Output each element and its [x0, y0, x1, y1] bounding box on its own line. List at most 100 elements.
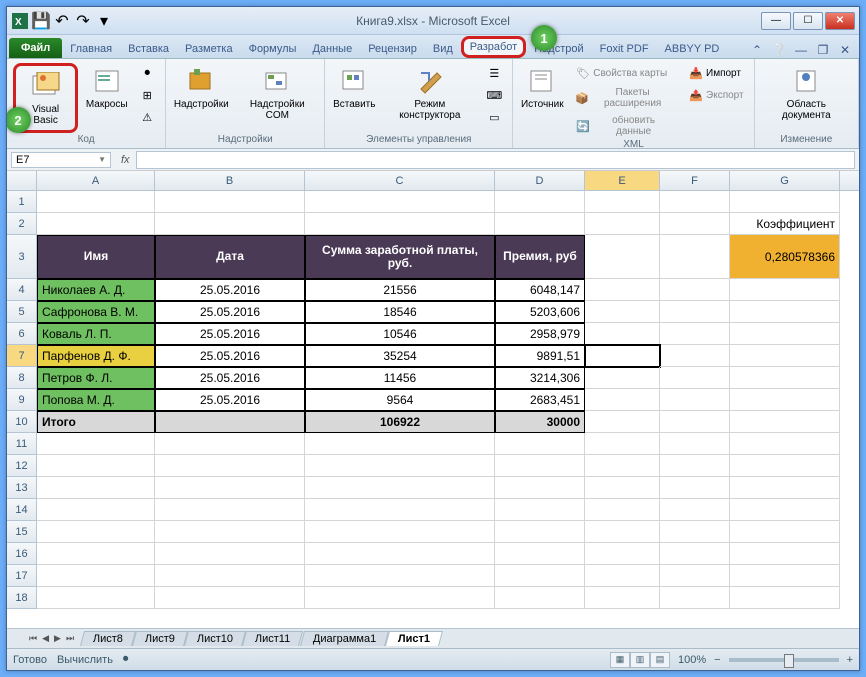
code-icon: ⌨ [486, 87, 502, 103]
run-dialog-button[interactable]: ▭ [482, 107, 506, 127]
row-header[interactable]: 9 [7, 389, 37, 411]
workbook-restore-icon[interactable]: ❐ [815, 42, 831, 58]
row-header[interactable]: 13 [7, 477, 37, 499]
workbook-minimize-icon[interactable]: — [793, 42, 809, 58]
col-header-B[interactable]: B [155, 171, 305, 190]
select-all-corner[interactable] [7, 171, 37, 190]
col-header-C[interactable]: C [305, 171, 495, 190]
sheet-tab[interactable]: Лист11 [242, 631, 303, 646]
macro-security-button[interactable]: ⚠ [135, 107, 159, 127]
zoom-in-icon[interactable]: + [847, 654, 853, 666]
design-mode-button[interactable]: Режим конструктора [383, 63, 476, 123]
undo-icon[interactable]: ↶ [53, 12, 71, 30]
redo-icon[interactable]: ↷ [74, 12, 92, 30]
help-icon[interactable]: ❔ [771, 42, 787, 58]
sheet-tab-active[interactable]: Лист1 [385, 631, 443, 646]
view-code-button[interactable]: ⌨ [482, 85, 506, 105]
tab-formulas[interactable]: Формулы [241, 39, 305, 58]
sheet-first-icon[interactable]: ⏮ [27, 633, 39, 644]
expansion-packs-button[interactable]: 📦Пакеты расширения [571, 85, 678, 111]
tab-insert[interactable]: Вставка [120, 39, 177, 58]
tab-developer[interactable]: Разработ [461, 36, 526, 58]
col-header-D[interactable]: D [495, 171, 585, 190]
insert-control-button[interactable]: Вставить [331, 63, 377, 112]
row-header[interactable]: 8 [7, 367, 37, 389]
view-layout-icon[interactable]: ▥ [630, 652, 650, 668]
row-header[interactable]: 4 [7, 279, 37, 301]
row-header[interactable]: 12 [7, 455, 37, 477]
xml-source-button[interactable]: Источник [519, 63, 565, 112]
row-header[interactable]: 7 [7, 345, 37, 367]
com-addins-button[interactable]: Надстройки COM [236, 63, 318, 123]
ribbon-minimize-icon[interactable]: ⌃ [749, 42, 765, 58]
tab-abbyy[interactable]: ABBYY PD [657, 39, 728, 58]
row-header[interactable]: 18 [7, 587, 37, 609]
doc-panel-button[interactable]: Область документа [761, 63, 852, 123]
formula-input[interactable] [136, 151, 855, 169]
tab-view[interactable]: Вид [425, 39, 461, 58]
maximize-button[interactable]: ☐ [793, 12, 823, 30]
row-header[interactable]: 6 [7, 323, 37, 345]
row-header[interactable]: 14 [7, 499, 37, 521]
row-header[interactable]: 11 [7, 433, 37, 455]
sheet-tab[interactable]: Лист10 [184, 631, 246, 646]
tab-home[interactable]: Главная [62, 39, 120, 58]
relative-refs-button[interactable]: ⊞ [135, 85, 159, 105]
workbook-close-icon[interactable]: ✕ [837, 42, 853, 58]
fx-icon[interactable]: fx [115, 154, 136, 166]
save-icon[interactable]: 💾 [32, 12, 50, 30]
refresh-data-button[interactable]: 🔄обновить данные [571, 113, 678, 139]
map-props-button[interactable]: 🏷Свойства карты [571, 63, 678, 83]
zoom-slider[interactable] [729, 658, 839, 662]
addins-button[interactable]: Надстройки [172, 63, 230, 112]
qat-dropdown-icon[interactable]: ▾ [95, 12, 113, 30]
macros-button[interactable]: Макросы [84, 63, 129, 112]
row-header[interactable]: 3 [7, 235, 37, 279]
sheet-tab[interactable]: Диаграмма1 [300, 631, 389, 646]
tab-data[interactable]: Данные [304, 39, 360, 58]
view-normal-icon[interactable]: ▦ [610, 652, 630, 668]
addins-label: Надстройки [174, 99, 229, 110]
row-header[interactable]: 17 [7, 565, 37, 587]
sheet-prev-icon[interactable]: ◀ [40, 633, 51, 644]
zoom-out-icon[interactable]: − [714, 654, 720, 666]
minimize-button[interactable]: — [761, 12, 791, 30]
col-header-E[interactable]: E [585, 171, 660, 190]
hdr-bonus[interactable]: Премия, руб [495, 235, 585, 279]
grid-area: A B C D E F G 1 2 Коэффициент 3ИмяДатаСум… [7, 171, 859, 628]
col-header-A[interactable]: A [37, 171, 155, 190]
zoom-level[interactable]: 100% [678, 654, 706, 666]
tab-file[interactable]: Файл [9, 38, 62, 58]
row-header[interactable]: 2 [7, 213, 37, 235]
sheet-next-icon[interactable]: ▶ [52, 633, 63, 644]
tab-review[interactable]: Рецензир [360, 39, 425, 58]
xml-import-button[interactable]: 📥Импорт [684, 63, 748, 83]
record-macro-button[interactable]: ⏺ [135, 63, 159, 83]
properties-button[interactable]: ☰ [482, 63, 506, 83]
close-button[interactable]: ✕ [825, 12, 855, 30]
hdr-sum[interactable]: Сумма заработной платы, руб. [305, 235, 495, 279]
sheet-last-icon[interactable]: ⏭ [64, 633, 76, 644]
row-header[interactable]: 16 [7, 543, 37, 565]
name-box[interactable]: E7▼ [11, 152, 111, 168]
row-header[interactable]: 10 [7, 411, 37, 433]
col-header-G[interactable]: G [730, 171, 840, 190]
col-header-F[interactable]: F [660, 171, 730, 190]
macro-record-icon[interactable]: ⏺ [123, 653, 129, 666]
active-cell[interactable] [585, 345, 660, 367]
row-header[interactable]: 15 [7, 521, 37, 543]
hdr-name[interactable]: Имя [37, 235, 155, 279]
row-header[interactable]: 5 [7, 301, 37, 323]
xml-export-button[interactable]: 📤Экспорт [684, 85, 748, 105]
row-header[interactable]: 1 [7, 191, 37, 213]
view-pagebreak-icon[interactable]: ▤ [650, 652, 670, 668]
tab-foxit[interactable]: Foxit PDF [592, 39, 657, 58]
namebox-dropdown-icon[interactable]: ▼ [98, 155, 106, 164]
hdr-date[interactable]: Дата [155, 235, 305, 279]
window-title: Книга9.xlsx - Microsoft Excel [7, 14, 859, 28]
sheet-tab[interactable]: Лист8 [80, 631, 136, 646]
coef-label[interactable]: Коэффициент [730, 213, 840, 235]
coef-value[interactable]: 0,280578366 [730, 235, 840, 279]
tab-layout[interactable]: Разметка [177, 39, 241, 58]
sheet-tab[interactable]: Лист9 [132, 631, 188, 646]
